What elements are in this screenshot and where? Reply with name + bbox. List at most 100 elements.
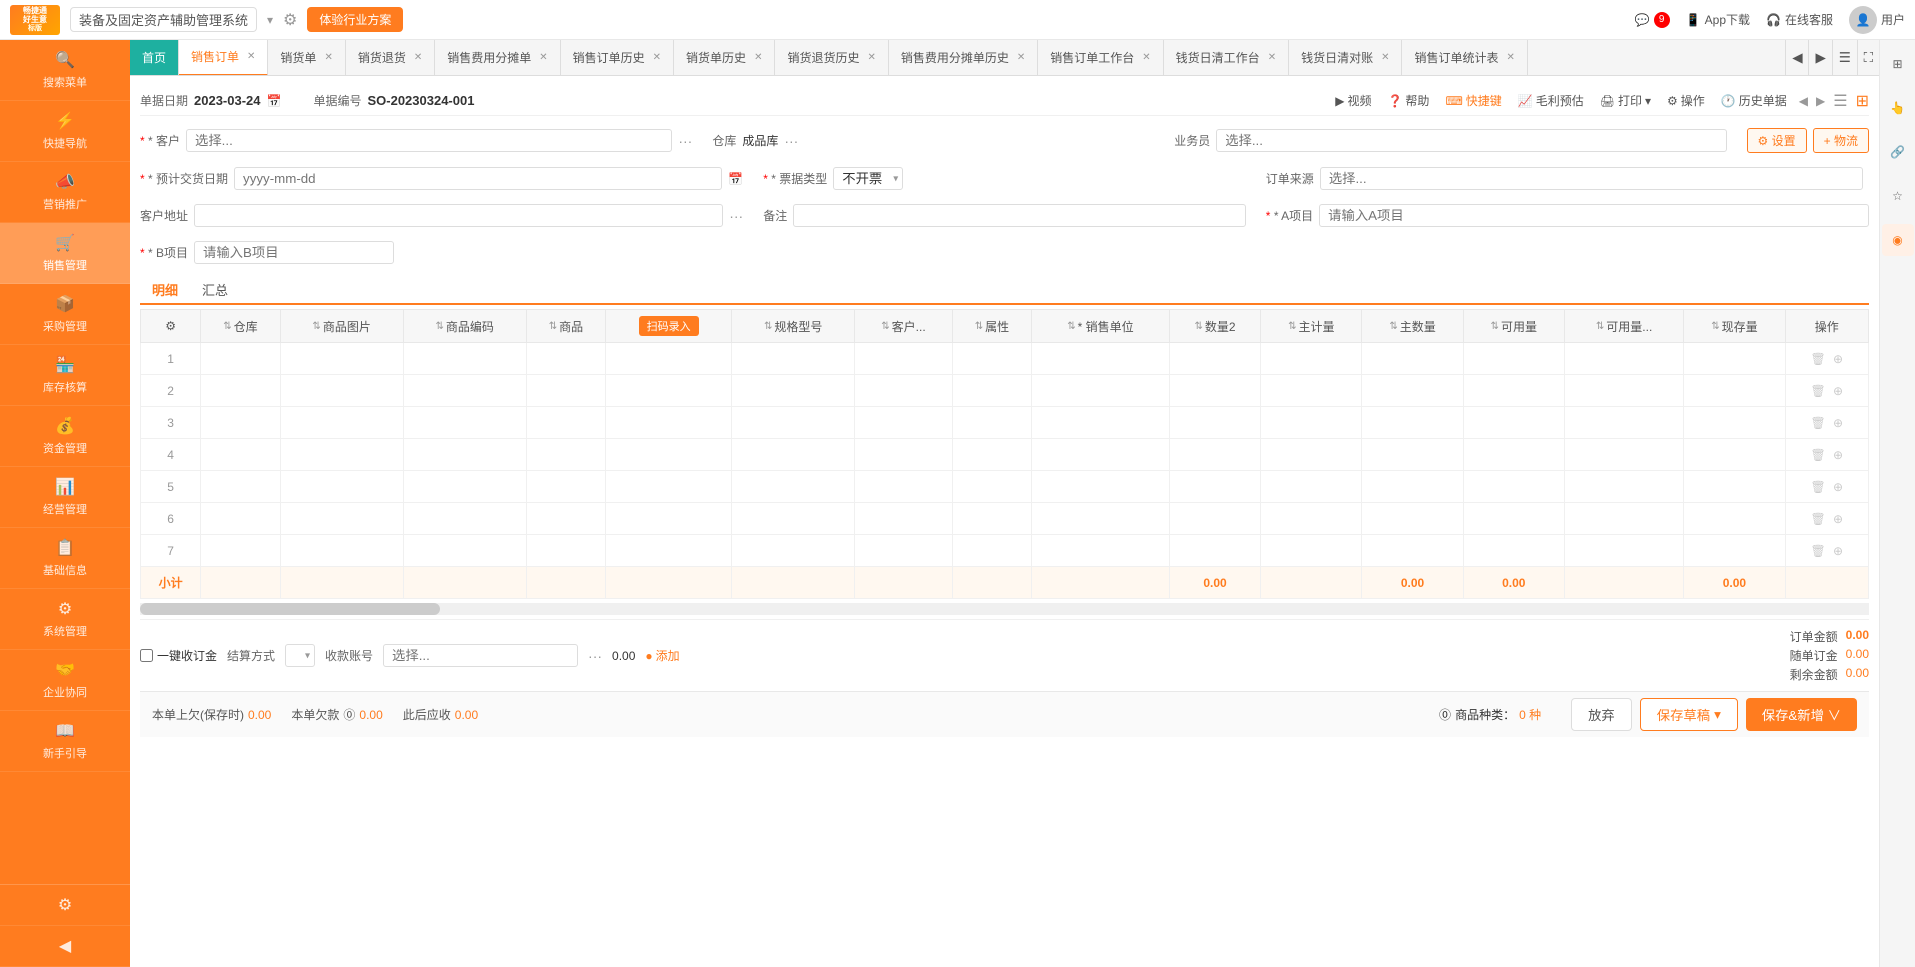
tab-9[interactable]: 销售订单工作台 ✕ [1038, 40, 1163, 76]
row-7-attr[interactable] [952, 535, 1031, 567]
row-7-sku[interactable] [403, 535, 526, 567]
row-3-available2[interactable] [1564, 407, 1683, 439]
row-3-warehouse[interactable] [201, 407, 280, 439]
account-input[interactable] [383, 644, 578, 667]
row-3-scan[interactable] [606, 407, 732, 439]
row-3-unit[interactable] [1032, 407, 1170, 439]
calendar-icon[interactable]: 📅 [267, 94, 282, 108]
row-7-main_unit[interactable] [1261, 535, 1362, 567]
copy-icon[interactable]: ⊕ [1833, 416, 1843, 430]
detail-tab-明细[interactable]: 明细 [140, 276, 190, 305]
row-5-available2[interactable] [1564, 471, 1683, 503]
row-5-spec[interactable] [732, 471, 855, 503]
tab-fullscreen-btn[interactable]: ⛶ [1857, 40, 1879, 76]
copy-icon[interactable]: ⊕ [1833, 544, 1843, 558]
row-6-available[interactable] [1463, 503, 1564, 535]
tab-12[interactable]: 销售订单统计表 ✕ [1402, 40, 1527, 76]
col-header-warehouse[interactable]: 仓库 [201, 310, 280, 343]
next-record-btn[interactable]: ▶ [1816, 94, 1825, 108]
row-2-qty2[interactable] [1169, 375, 1260, 407]
tab-menu-btn[interactable]: ☰ [1832, 40, 1857, 76]
col-header-available[interactable]: 可用量 [1463, 310, 1564, 343]
sidebar-item-guide[interactable]: 📖 新手引导 [0, 711, 130, 772]
row-2-warehouse[interactable] [201, 375, 280, 407]
row-2-available[interactable] [1463, 375, 1564, 407]
row-6-scan[interactable] [606, 503, 732, 535]
row-4-unit[interactable] [1032, 439, 1170, 471]
save-draft-button[interactable]: 保存草稿 ▾ [1640, 698, 1738, 731]
tab-close[interactable]: ✕ [1017, 52, 1025, 63]
tab-next-btn[interactable]: ▶ [1808, 40, 1831, 76]
row-1-spec[interactable] [732, 343, 855, 375]
row-2-current_qty[interactable] [1684, 375, 1785, 407]
settings-icon[interactable]: ⚙ [283, 10, 297, 30]
row-2-available2[interactable] [1564, 375, 1683, 407]
view-btn[interactable]: ▶ 视频 [1331, 90, 1375, 111]
right-panel-orange-btn[interactable]: ◉ [1882, 224, 1914, 256]
row-3-product[interactable] [526, 407, 605, 439]
tab-1[interactable]: 销售订单 ✕ [179, 40, 268, 76]
help-btn[interactable]: ❓ 帮助 [1383, 90, 1433, 111]
delete-icon[interactable]: 🗑 [1810, 448, 1825, 462]
sidebar-item-finance[interactable]: 💰 资金管理 [0, 406, 130, 467]
row-3-main_unit[interactable] [1261, 407, 1362, 439]
row-5-current_qty[interactable] [1684, 471, 1785, 503]
tab-close[interactable]: ✕ [247, 51, 255, 62]
row-5-attr[interactable] [952, 471, 1031, 503]
delivery-input[interactable] [234, 167, 722, 190]
tab-close[interactable]: ✕ [414, 52, 422, 63]
tab-2[interactable]: 销货单 ✕ [268, 40, 345, 76]
sidebar-item-search[interactable]: 🔍 搜索菜单 [0, 40, 130, 101]
copy-icon[interactable]: ⊕ [1833, 352, 1843, 366]
row-6-available2[interactable] [1564, 503, 1683, 535]
row-6-sku[interactable] [403, 503, 526, 535]
tab-10[interactable]: 钱货日清工作台 ✕ [1164, 40, 1289, 76]
row-4-available2[interactable] [1564, 439, 1683, 471]
row-2-scan[interactable] [606, 375, 732, 407]
sidebar-item-purchase[interactable]: 📦 采购管理 [0, 284, 130, 345]
row-1-warehouse[interactable] [201, 343, 280, 375]
horizontal-scrollbar[interactable] [140, 603, 1869, 615]
notes-input[interactable] [793, 204, 1246, 227]
shortcut-btn[interactable]: ⌨ 快捷键 [1441, 90, 1505, 111]
delete-icon[interactable]: 🗑 [1810, 384, 1825, 398]
tab-close[interactable]: ✕ [653, 52, 661, 63]
row-7-qty2[interactable] [1169, 535, 1260, 567]
col-header-sku[interactable]: 商品编码 [403, 310, 526, 343]
row-4-customer_code[interactable] [855, 439, 953, 471]
col-header-qty2[interactable]: 数量2 [1169, 310, 1260, 343]
col-header-attr[interactable]: 属性 [952, 310, 1031, 343]
row-1-image[interactable] [280, 343, 403, 375]
warehouse-more-btn[interactable]: ··· [784, 133, 798, 149]
col-header-available2[interactable]: 可用量... [1564, 310, 1683, 343]
row-7-customer_code[interactable] [855, 535, 953, 567]
tab-prev-btn[interactable]: ◀ [1785, 40, 1808, 76]
delete-icon[interactable]: 🗑 [1810, 480, 1825, 494]
row-5-actions[interactable]: 🗑 ⊕ [1785, 471, 1868, 503]
quick-settle-checkbox[interactable]: 一键收订金 [140, 647, 217, 664]
right-panel-star-btn[interactable]: ☆ [1882, 180, 1914, 212]
b-project-input[interactable] [194, 241, 394, 264]
grid-view-btn[interactable]: ⊞ [1856, 91, 1869, 111]
row-1-attr[interactable] [952, 343, 1031, 375]
row-1-product[interactable] [526, 343, 605, 375]
sidebar-item-basic-info[interactable]: 📋 基础信息 [0, 528, 130, 589]
tab-close[interactable]: ✕ [1268, 52, 1276, 63]
row-4-attr[interactable] [952, 439, 1031, 471]
delete-icon[interactable]: 🗑 [1810, 544, 1825, 558]
app-download-link[interactable]: 📱 App下载 [1686, 11, 1750, 28]
row-1-available2[interactable] [1564, 343, 1683, 375]
settings-float-btn[interactable]: ⚙ 设置 [1747, 128, 1807, 153]
row-7-product[interactable] [526, 535, 605, 567]
row-5-sku[interactable] [403, 471, 526, 503]
sidebar-item-operations[interactable]: 📊 经营管理 [0, 467, 130, 528]
row-2-unit[interactable] [1032, 375, 1170, 407]
copy-icon[interactable]: ⊕ [1833, 512, 1843, 526]
row-2-product[interactable] [526, 375, 605, 407]
row-3-available[interactable] [1463, 407, 1564, 439]
salesperson-input[interactable] [1216, 129, 1726, 152]
row-7-available2[interactable] [1564, 535, 1683, 567]
row-6-actions[interactable]: 🗑 ⊕ [1785, 503, 1868, 535]
tab-4[interactable]: 销售费用分摊单 ✕ [435, 40, 560, 76]
tab-7[interactable]: 销货退货历史 ✕ [775, 40, 888, 76]
